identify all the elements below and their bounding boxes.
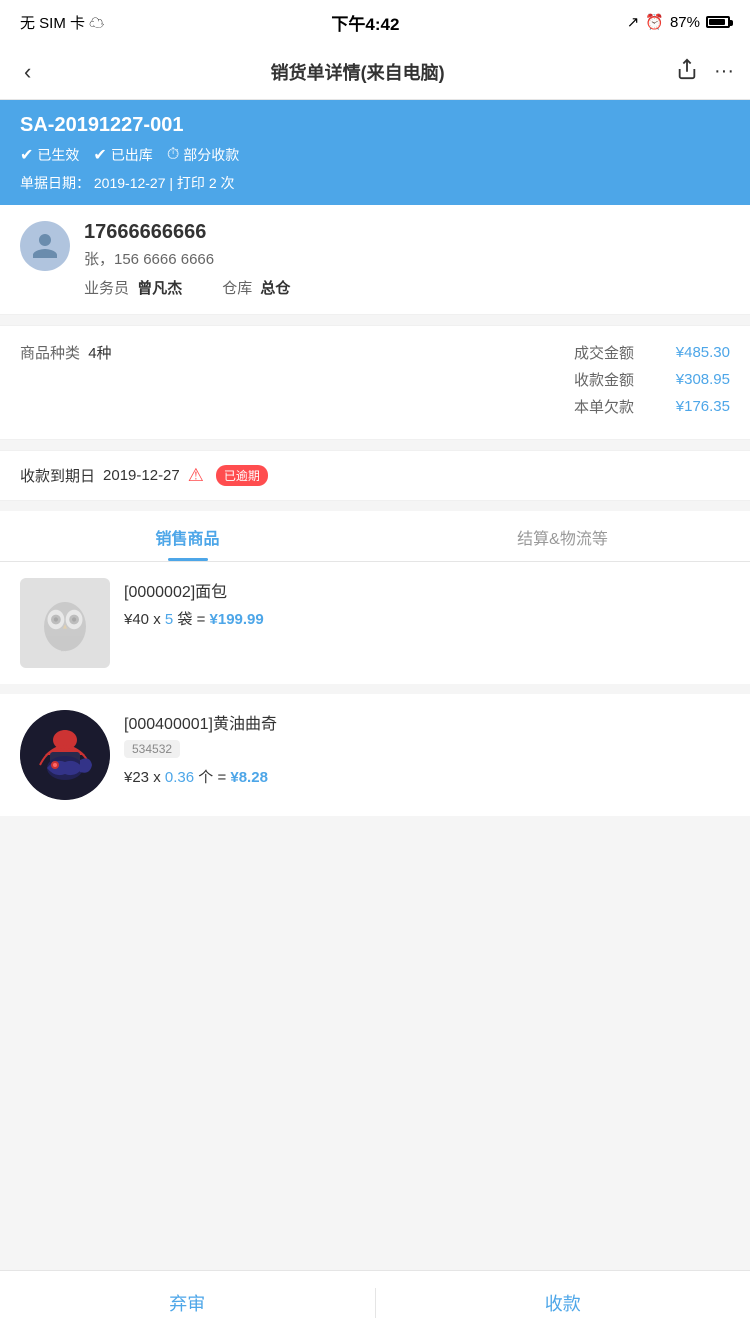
total-1: ¥199.99 (210, 611, 264, 628)
bottom-bar: 弃审 收款 (0, 1270, 750, 1334)
received-amount: 收款金额 ¥308.95 (574, 369, 730, 390)
amounts: 成交金额 ¥485.30 收款金额 ¥308.95 本单欠款 ¥176.35 (574, 342, 730, 423)
person-icon (30, 231, 60, 261)
page-title: 销货单详情(来自电脑) (271, 59, 445, 85)
customer-section: 17666666666 张，156 6666 6666 业务员 曾凡杰 仓库 总… (0, 205, 750, 315)
salesman-info: 业务员 曾凡杰 (84, 277, 182, 298)
product-thumbnail-1: 品+ (20, 578, 110, 668)
price-value-1: ¥40 (124, 611, 149, 628)
product-list: 品+ [0000002]面包 ¥40 x 5 袋 = ¥199.99 (0, 562, 750, 906)
customer-meta: 业务员 曾凡杰 仓库 总仓 (84, 277, 730, 298)
customer-phone: 张，156 6666 6666 (84, 248, 730, 269)
equals-1: = (197, 611, 210, 628)
battery-icon (706, 16, 730, 28)
tab-sales-products[interactable]: 销售商品 (0, 511, 375, 561)
unit-2: 个 (198, 769, 213, 786)
overdue-badge: 已逾期 (216, 465, 268, 486)
tabs-row: 销售商品 结算&物流等 (0, 511, 750, 561)
order-id: SA-20191227-001 (20, 114, 730, 137)
summary-row: 商品种类 4种 成交金额 ¥485.30 收款金额 ¥308.95 本单欠款 ¥… (20, 342, 730, 423)
status-bar: 无 SIM 卡 ☁ 下午4:42 ↗ ⏰ 87% (0, 0, 750, 44)
equals-2: = (217, 769, 230, 786)
due-date-value: 2019-12-27 (103, 467, 180, 484)
customer-info: 17666666666 张，156 6666 6666 业务员 曾凡杰 仓库 总… (84, 221, 730, 298)
product-info-1: [0000002]面包 ¥40 x 5 袋 = ¥199.99 (124, 578, 730, 629)
badge-active: ✔ 已生效 (20, 145, 79, 165)
due-section: 收款到期日 2019-12-27 ⚠ 已逾期 (0, 450, 750, 501)
price-x-1: x (153, 611, 165, 628)
owl-icon: 品+ (30, 588, 100, 658)
clock-icon: ⏱ (167, 146, 179, 164)
customer-name: 17666666666 (84, 221, 730, 244)
qty-value-2: 0.36 (165, 769, 194, 786)
qty-value-1: 5 (165, 611, 173, 628)
price-x-2: x (153, 769, 165, 786)
status-right: ↗ ⏰ 87% (627, 13, 730, 31)
product-item: 品+ [0000002]面包 ¥40 x 5 袋 = ¥199.99 (0, 562, 750, 684)
deal-amount: 成交金额 ¥485.30 (574, 342, 730, 363)
product-price-2: ¥23 x 0.36 个 = ¥8.28 (124, 766, 730, 787)
product-item-2: [000400001]黄油曲奇 534532 ¥23 x 0.36 个 = ¥8… (0, 694, 750, 816)
product-name-1: [0000002]面包 (124, 578, 730, 602)
status-time: 下午4:42 (331, 10, 399, 35)
back-button[interactable]: ‹ (16, 51, 39, 93)
check-icon-shipped: ✔ (93, 145, 106, 165)
battery-level: 87% (670, 14, 700, 31)
share-icon[interactable] (676, 58, 698, 85)
price-value-2: ¥23 (124, 769, 149, 786)
product-thumbnail-2 (20, 710, 110, 800)
cancel-button[interactable]: 弃审 (0, 1274, 375, 1332)
svg-text:品+: 品+ (61, 646, 70, 653)
header-badges: ✔ 已生效 ✔ 已出库 ⏱ 部分收款 (20, 145, 730, 165)
product-types: 商品种类 4种 (20, 342, 112, 363)
avatar (20, 221, 70, 271)
badge-partial-payment: ⏱ 部分收款 (167, 145, 239, 165)
check-icon-active: ✔ (20, 145, 33, 165)
warning-icon: ⚠ (188, 465, 204, 486)
nav-bar: ‹ 销货单详情(来自电脑) ··· (0, 44, 750, 100)
nav-actions: ··· (676, 58, 734, 85)
badge-shipped: ✔ 已出库 (93, 145, 152, 165)
unit-1: 袋 (177, 611, 192, 628)
confirm-button[interactable]: 收款 (376, 1274, 750, 1332)
product-image-2 (20, 710, 110, 800)
product-name-2: [000400001]黄油曲奇 (124, 710, 730, 734)
due-date-label: 收款到期日 (20, 465, 95, 486)
product-price-1: ¥40 x 5 袋 = ¥199.99 (124, 608, 730, 629)
summary-section: 商品种类 4种 成交金额 ¥485.30 收款金额 ¥308.95 本单欠款 ¥… (0, 325, 750, 440)
product-info-2: [000400001]黄油曲奇 534532 ¥23 x 0.36 个 = ¥8… (124, 710, 730, 787)
location-icon: ↗ (627, 13, 640, 31)
warehouse-info: 仓库 总仓 (222, 277, 290, 298)
header-banner: SA-20191227-001 ✔ 已生效 ✔ 已出库 ⏱ 部分收款 单据日期：… (0, 100, 750, 205)
more-icon[interactable]: ··· (714, 60, 734, 83)
product-sku-badge: 534532 (124, 740, 180, 758)
total-2: ¥8.28 (230, 769, 268, 786)
order-date: 单据日期： 2019-12-27 | 打印 2 次 (20, 173, 730, 193)
tabs-section: 销售商品 结算&物流等 (0, 511, 750, 562)
tab-settlement[interactable]: 结算&物流等 (375, 511, 750, 561)
alarm-icon: ⏰ (645, 13, 664, 31)
debt-amount: 本单欠款 ¥176.35 (574, 396, 730, 417)
status-left: 无 SIM 卡 ☁ (20, 12, 104, 33)
